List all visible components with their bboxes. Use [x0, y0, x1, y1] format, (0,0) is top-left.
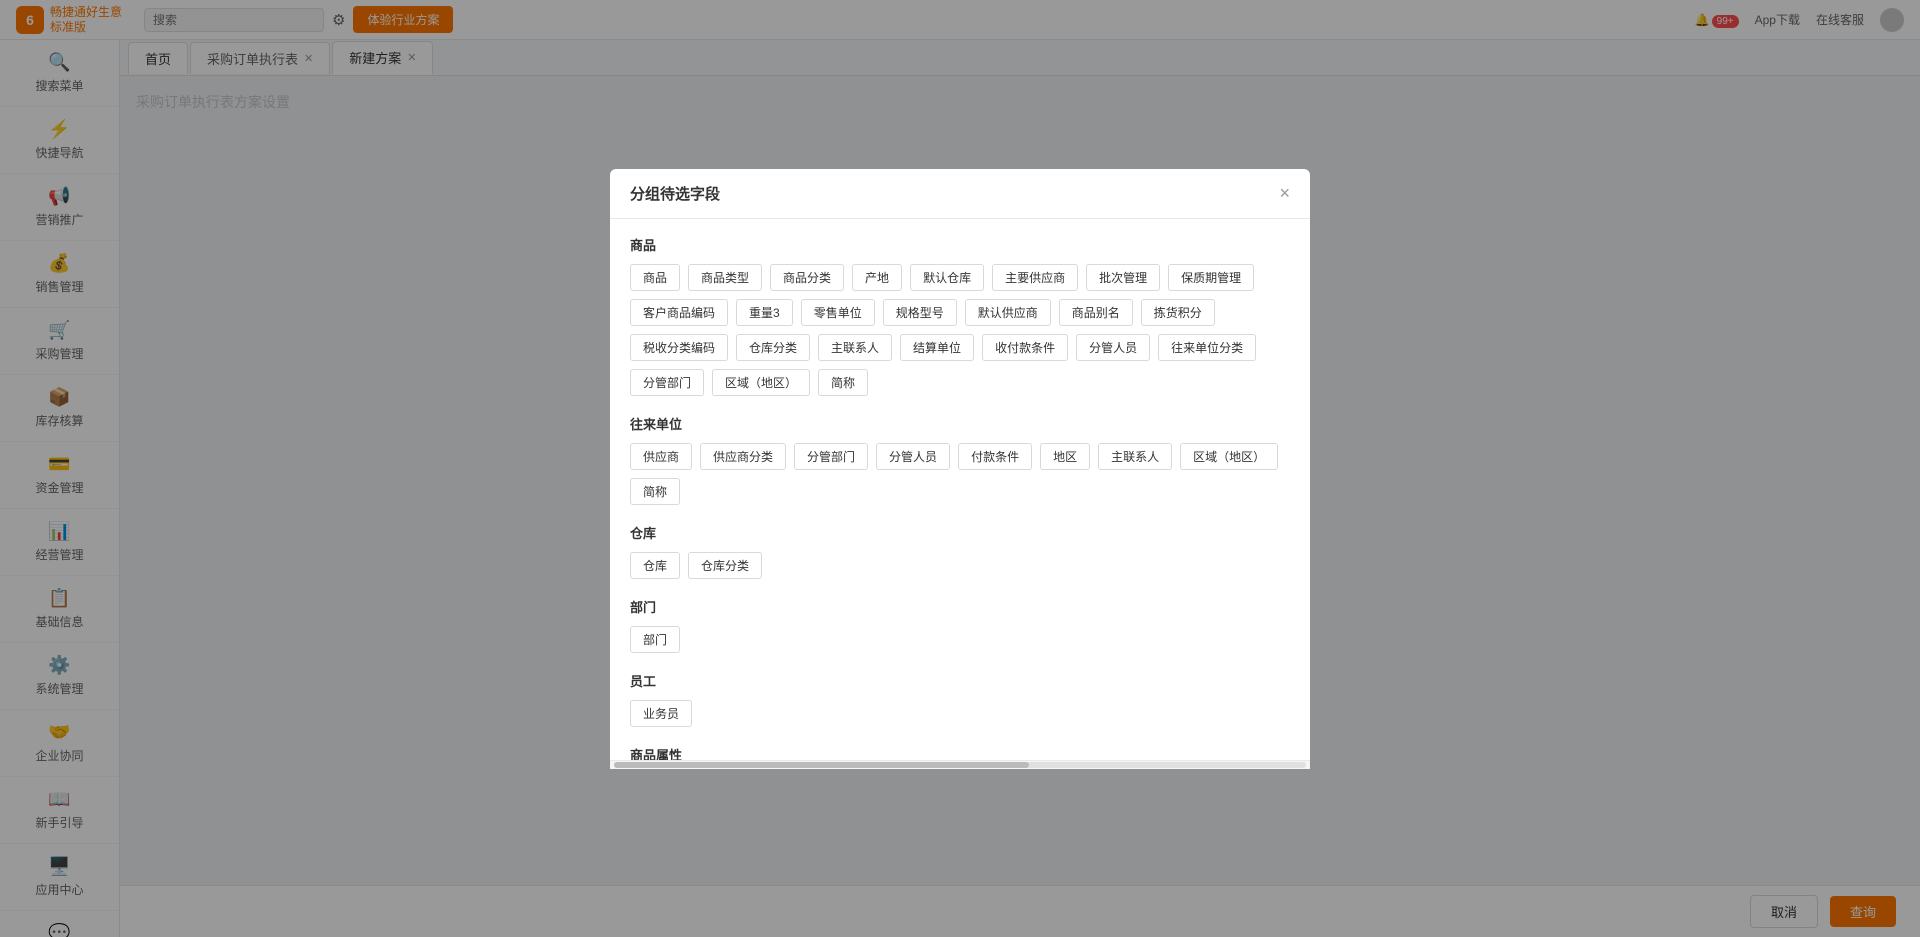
field-tag[interactable]: 规格型号: [883, 299, 957, 326]
field-tag[interactable]: 主联系人: [818, 334, 892, 361]
section-department: 部门 部门: [630, 597, 1290, 653]
field-tag[interactable]: 结算单位: [900, 334, 974, 361]
field-tag[interactable]: 分管部门: [630, 369, 704, 396]
modal-overlay: 分组待选字段 × 商品 商品 商品类型 商品分类 产地 默认仓库 主要供应商 批…: [0, 0, 1920, 937]
section-employee: 员工 业务员: [630, 671, 1290, 727]
field-tag[interactable]: 主联系人: [1098, 443, 1172, 470]
section-goods-title: 商品: [630, 235, 1290, 254]
field-tag[interactable]: 客户商品编码: [630, 299, 728, 326]
section-department-fields: 部门: [630, 626, 1290, 653]
field-select-modal: 分组待选字段 × 商品 商品 商品类型 商品分类 产地 默认仓库 主要供应商 批…: [610, 169, 1310, 769]
field-tag[interactable]: 供应商: [630, 443, 692, 470]
field-tag[interactable]: 商品别名: [1059, 299, 1133, 326]
field-tag[interactable]: 分管人员: [1076, 334, 1150, 361]
field-tag[interactable]: 简称: [818, 369, 868, 396]
section-product-attr: 商品属性 属性 颜色 多规格 尺码 鞋码 1: [630, 745, 1290, 761]
field-tag[interactable]: 区域（地区）: [1180, 443, 1278, 470]
field-tag[interactable]: 默认仓库: [910, 264, 984, 291]
field-tag[interactable]: 商品类型: [688, 264, 762, 291]
section-department-title: 部门: [630, 597, 1290, 616]
field-tag[interactable]: 仓库分类: [736, 334, 810, 361]
field-tag[interactable]: 税收分类编码: [630, 334, 728, 361]
field-tag[interactable]: 重量3: [736, 299, 793, 326]
field-tag[interactable]: 部门: [630, 626, 680, 653]
field-tag[interactable]: 零售单位: [801, 299, 875, 326]
section-employee-fields: 业务员: [630, 700, 1290, 727]
section-partner: 往来单位 供应商 供应商分类 分管部门 分管人员 付款条件 地区 主联系人 区域…: [630, 414, 1290, 505]
section-warehouse-title: 仓库: [630, 523, 1290, 542]
section-goods: 商品 商品 商品类型 商品分类 产地 默认仓库 主要供应商 批次管理 保质期管理…: [630, 235, 1290, 396]
horizontal-scrollbar[interactable]: [610, 760, 1310, 768]
field-tag[interactable]: 分管部门: [794, 443, 868, 470]
section-product-attr-title: 商品属性: [630, 745, 1290, 761]
field-tag[interactable]: 仓库: [630, 552, 680, 579]
scroll-track: [614, 762, 1306, 768]
field-tag[interactable]: 主要供应商: [992, 264, 1078, 291]
field-tag[interactable]: 批次管理: [1086, 264, 1160, 291]
field-tag[interactable]: 拣货积分: [1141, 299, 1215, 326]
field-tag[interactable]: 仓库分类: [688, 552, 762, 579]
field-tag[interactable]: 区域（地区）: [712, 369, 810, 396]
modal-title: 分组待选字段: [630, 183, 720, 204]
section-warehouse: 仓库 仓库 仓库分类: [630, 523, 1290, 579]
field-tag[interactable]: 产地: [852, 264, 902, 291]
section-employee-title: 员工: [630, 671, 1290, 690]
field-tag[interactable]: 收付款条件: [982, 334, 1068, 361]
section-goods-fields: 商品 商品类型 商品分类 产地 默认仓库 主要供应商 批次管理 保质期管理 客户…: [630, 264, 1290, 396]
field-tag[interactable]: 保质期管理: [1168, 264, 1254, 291]
modal-body: 商品 商品 商品类型 商品分类 产地 默认仓库 主要供应商 批次管理 保质期管理…: [610, 219, 1310, 761]
scroll-thumb: [614, 762, 1029, 768]
modal-header: 分组待选字段 ×: [610, 169, 1310, 219]
field-tag[interactable]: 业务员: [630, 700, 692, 727]
field-tag[interactable]: 默认供应商: [965, 299, 1051, 326]
section-warehouse-fields: 仓库 仓库分类: [630, 552, 1290, 579]
field-tag[interactable]: 付款条件: [958, 443, 1032, 470]
field-tag[interactable]: 往来单位分类: [1158, 334, 1256, 361]
section-partner-title: 往来单位: [630, 414, 1290, 433]
field-tag[interactable]: 分管人员: [876, 443, 950, 470]
field-tag[interactable]: 商品: [630, 264, 680, 291]
field-tag[interactable]: 地区: [1040, 443, 1090, 470]
field-tag[interactable]: 商品分类: [770, 264, 844, 291]
modal-close-button[interactable]: ×: [1279, 184, 1290, 202]
field-tag[interactable]: 供应商分类: [700, 443, 786, 470]
field-tag[interactable]: 简称: [630, 478, 680, 505]
section-partner-fields: 供应商 供应商分类 分管部门 分管人员 付款条件 地区 主联系人 区域（地区） …: [630, 443, 1290, 505]
